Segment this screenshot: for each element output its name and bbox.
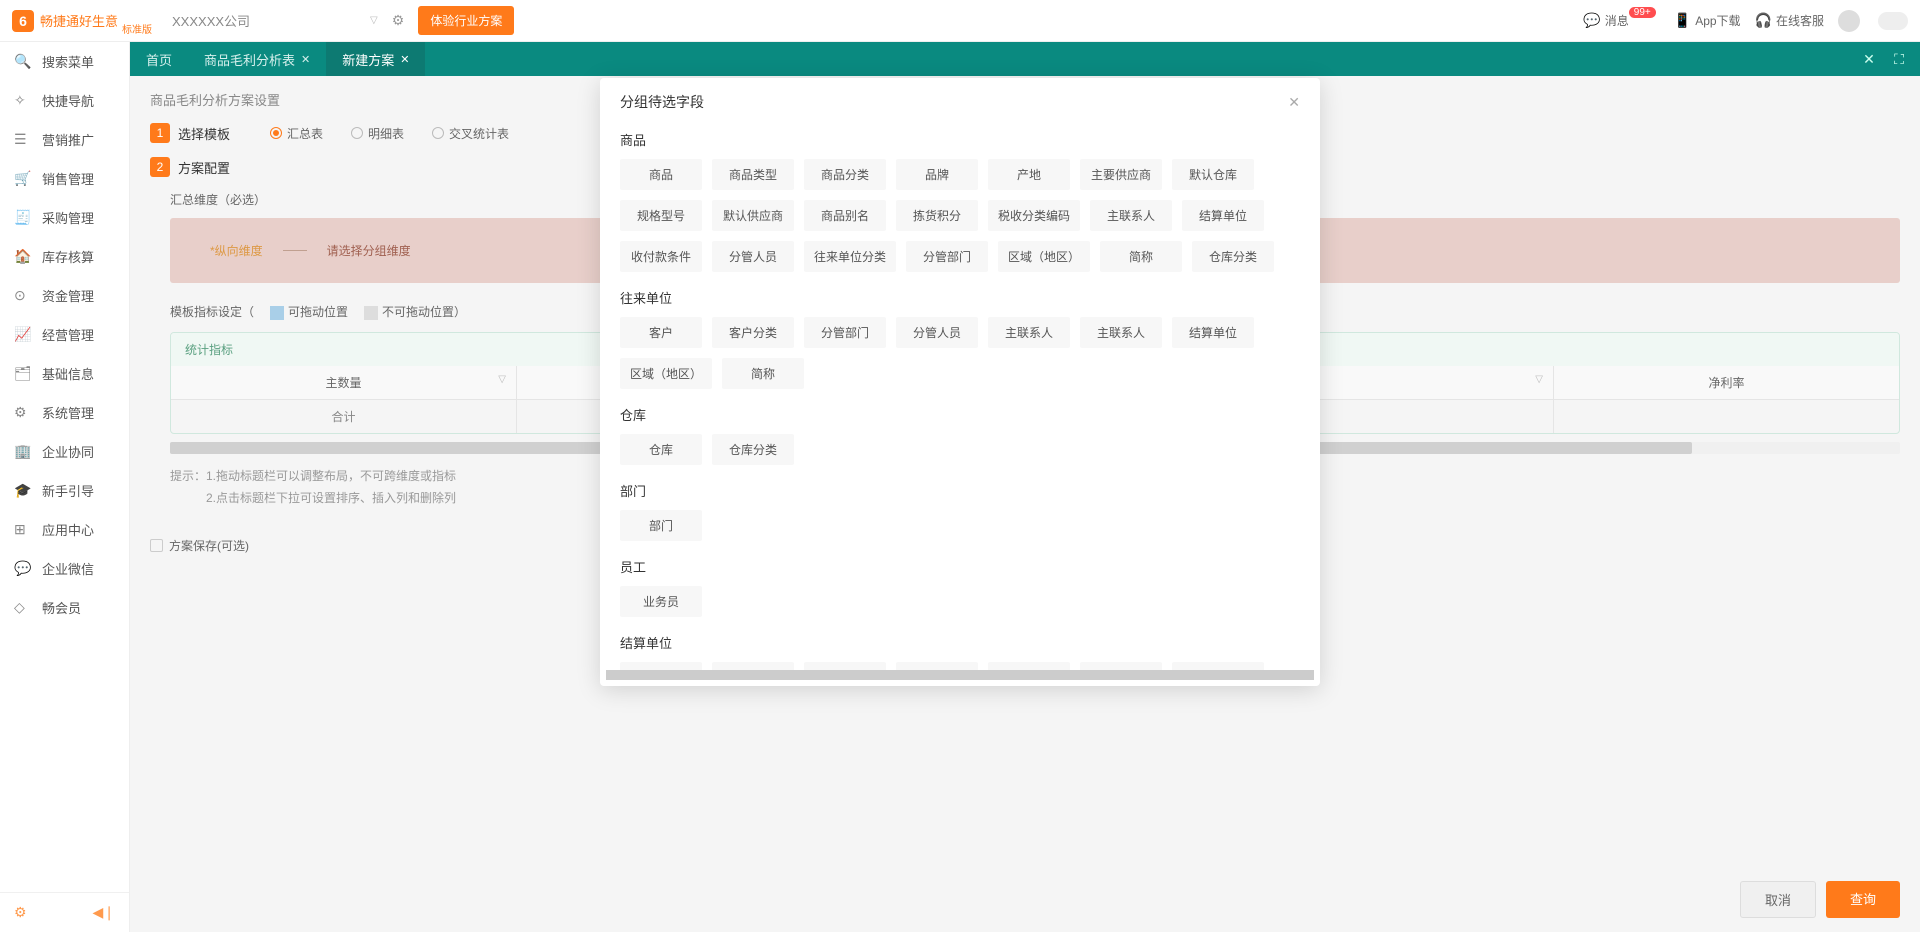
group-title: 部门 (620, 481, 1300, 500)
field-group: 往来单位客户客户分类分管部门分管人员主联系人主联系人结算单位区域（地区）简称 (620, 288, 1300, 389)
chips-row: 仓库仓库分类 (620, 434, 1300, 465)
field-chip[interactable]: 分管部门 (804, 317, 886, 348)
field-chip[interactable]: 结算单位 (1182, 200, 1264, 231)
field-chip[interactable]: 主联系人 (712, 662, 794, 670)
field-chip[interactable]: 结算客户 (620, 662, 702, 670)
modal-scroll-thumb[interactable] (606, 670, 1314, 680)
field-chip[interactable]: 仓库分类 (712, 434, 794, 465)
field-chip[interactable]: 简称 (1100, 241, 1182, 272)
field-group: 商品商品商品类型商品分类品牌产地主要供应商默认仓库规格型号默认供应商商品别名拣货… (620, 130, 1300, 272)
close-icon[interactable]: ✕ (1288, 94, 1300, 111)
field-chip[interactable]: 收付款条件 (896, 662, 978, 670)
field-chip[interactable]: 简称 (722, 358, 804, 389)
chips-row: 商品商品类型商品分类品牌产地主要供应商默认仓库规格型号默认供应商商品别名拣货积分… (620, 159, 1300, 272)
field-chip[interactable]: 仓库分类 (1192, 241, 1274, 272)
chips-row: 部门 (620, 510, 1300, 541)
group-title: 结算单位 (620, 633, 1300, 652)
chips-row: 业务员 (620, 586, 1300, 617)
field-group: 结算单位结算客户主联系人结算单位收付款条件分管人员分管部门区域（地区）简称 (620, 633, 1300, 670)
field-chip[interactable]: 仓库 (620, 434, 702, 465)
field-chip[interactable]: 部门 (620, 510, 702, 541)
field-chip[interactable]: 规格型号 (620, 200, 702, 231)
chips-row: 结算客户主联系人结算单位收付款条件分管人员分管部门区域（地区）简称 (620, 662, 1300, 670)
field-chip[interactable]: 品牌 (896, 159, 978, 190)
field-group: 仓库仓库仓库分类 (620, 405, 1300, 465)
field-chip[interactable]: 默认仓库 (1172, 159, 1254, 190)
field-chip[interactable]: 结算单位 (804, 662, 886, 670)
field-chip[interactable]: 客户 (620, 317, 702, 348)
field-chip[interactable]: 分管部门 (906, 241, 988, 272)
field-group: 员工业务员 (620, 557, 1300, 617)
field-chip[interactable]: 税收分类编码 (988, 200, 1080, 231)
field-chip[interactable]: 商品 (620, 159, 702, 190)
field-chip[interactable]: 客户分类 (712, 317, 794, 348)
modal-body[interactable]: 商品商品商品类型商品分类品牌产地主要供应商默认仓库规格型号默认供应商商品别名拣货… (600, 126, 1320, 670)
field-chip[interactable]: 结算单位 (1172, 317, 1254, 348)
field-group: 部门部门 (620, 481, 1300, 541)
field-chip[interactable]: 商品类型 (712, 159, 794, 190)
group-title: 往来单位 (620, 288, 1300, 307)
field-chip[interactable]: 往来单位分类 (804, 241, 896, 272)
field-chip[interactable]: 主联系人 (1090, 200, 1172, 231)
field-chip[interactable]: 收付款条件 (620, 241, 702, 272)
field-chip[interactable]: 拣货积分 (896, 200, 978, 231)
field-chip[interactable]: 默认供应商 (712, 200, 794, 231)
field-chip[interactable]: 主联系人 (1080, 317, 1162, 348)
modal-header: 分组待选字段 ✕ (600, 78, 1320, 126)
group-title: 员工 (620, 557, 1300, 576)
modal-title: 分组待选字段 (620, 92, 704, 112)
chips-row: 客户客户分类分管部门分管人员主联系人主联系人结算单位区域（地区）简称 (620, 317, 1300, 389)
field-chip[interactable]: 区域（地区） (1172, 662, 1264, 670)
field-chip[interactable]: 分管人员 (712, 241, 794, 272)
field-chip[interactable]: 商品分类 (804, 159, 886, 190)
modal-scrollbar-horizontal[interactable] (606, 670, 1314, 680)
group-title: 商品 (620, 130, 1300, 149)
field-select-modal: 分组待选字段 ✕ 商品商品商品类型商品分类品牌产地主要供应商默认仓库规格型号默认… (600, 78, 1320, 686)
field-chip[interactable]: 分管人员 (988, 662, 1070, 670)
field-chip[interactable]: 分管人员 (896, 317, 978, 348)
group-title: 仓库 (620, 405, 1300, 424)
field-chip[interactable]: 商品别名 (804, 200, 886, 231)
field-chip[interactable]: 分管部门 (1080, 662, 1162, 670)
field-chip[interactable]: 区域（地区） (998, 241, 1090, 272)
field-chip[interactable]: 主要供应商 (1080, 159, 1162, 190)
field-chip[interactable]: 产地 (988, 159, 1070, 190)
field-chip[interactable]: 主联系人 (988, 317, 1070, 348)
field-chip[interactable]: 区域（地区） (620, 358, 712, 389)
field-chip[interactable]: 业务员 (620, 586, 702, 617)
